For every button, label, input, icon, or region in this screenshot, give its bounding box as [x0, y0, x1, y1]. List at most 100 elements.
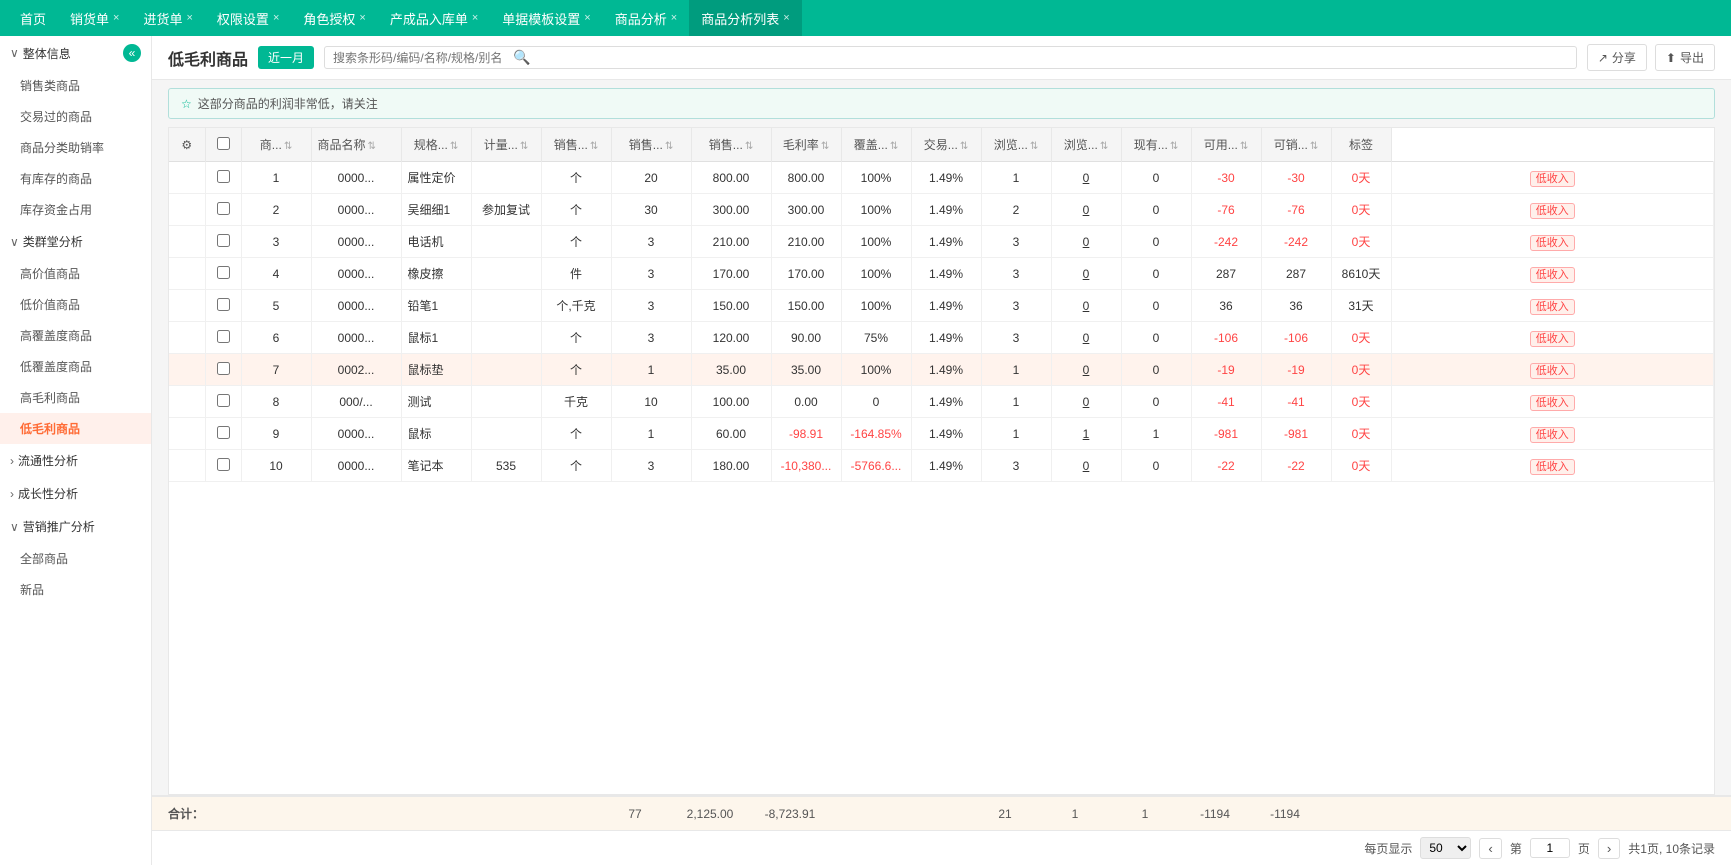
cell-browse1[interactable]: 0	[1051, 226, 1121, 258]
th-browse2[interactable]: 浏览...⇅	[1051, 128, 1121, 162]
cell-browse1[interactable]: 0	[1051, 194, 1121, 226]
close-icon[interactable]: ×	[783, 12, 789, 24]
row-checkbox[interactable]	[217, 266, 230, 279]
cell-code[interactable]: 0000...	[311, 258, 401, 290]
export-button[interactable]: ⬆ 导出	[1655, 44, 1715, 71]
cell-code[interactable]: 0000...	[311, 226, 401, 258]
search-icon[interactable]: 🔍	[513, 49, 530, 66]
close-icon[interactable]: ×	[671, 12, 677, 24]
th-code[interactable]: 商...⇅	[241, 128, 311, 162]
next-page-button[interactable]: ›	[1598, 838, 1620, 859]
close-icon[interactable]: ×	[472, 12, 478, 24]
sidebar-item-high-value[interactable]: 高价值商品	[0, 258, 151, 289]
row-checkbox[interactable]	[217, 202, 230, 215]
close-icon[interactable]: ×	[273, 12, 279, 24]
cell-code[interactable]: 0002...	[311, 354, 401, 386]
cell-check[interactable]	[205, 322, 241, 354]
sidebar-item-inventory-capital[interactable]: 库存资金占用	[0, 194, 151, 225]
cell-name[interactable]: 测试	[401, 386, 471, 418]
cell-name[interactable]: 笔记本	[401, 450, 471, 482]
row-checkbox[interactable]	[217, 458, 230, 471]
cell-code[interactable]: 0000...	[311, 162, 401, 194]
nav-item-purchase-order[interactable]: 进货单 ×	[131, 0, 204, 36]
row-checkbox[interactable]	[217, 394, 230, 407]
sidebar-item-high-coverage[interactable]: 高覆盖度商品	[0, 320, 151, 351]
cell-name[interactable]: 属性定价	[401, 162, 471, 194]
sidebar-item-sales-products[interactable]: 销售类商品	[0, 70, 151, 101]
cell-check[interactable]	[205, 162, 241, 194]
cell-name[interactable]: 鼠标1	[401, 322, 471, 354]
cell-code[interactable]: 0000...	[311, 322, 401, 354]
th-settings[interactable]: ⚙	[169, 128, 205, 162]
search-input[interactable]	[333, 51, 513, 65]
th-gross-rate[interactable]: 毛利率⇅	[771, 128, 841, 162]
sidebar-item-low-coverage[interactable]: 低覆盖度商品	[0, 351, 151, 382]
row-checkbox[interactable]	[217, 330, 230, 343]
cell-code[interactable]: 0000...	[311, 450, 401, 482]
th-spec[interactable]: 规格...⇅	[401, 128, 471, 162]
th-current-stock[interactable]: 现有...⇅	[1121, 128, 1191, 162]
cell-code[interactable]: 0000...	[311, 194, 401, 226]
cell-check[interactable]	[205, 290, 241, 322]
cell-check[interactable]	[205, 450, 241, 482]
cell-browse1[interactable]: 0	[1051, 290, 1121, 322]
th-check[interactable]	[205, 128, 241, 162]
th-available-stock[interactable]: 可用...⇅	[1191, 128, 1261, 162]
sidebar-item-high-margin[interactable]: 高毛利商品	[0, 382, 151, 413]
nav-item-permissions[interactable]: 权限设置 ×	[205, 0, 291, 36]
cell-browse1[interactable]: 0	[1051, 450, 1121, 482]
close-icon[interactable]: ×	[584, 12, 590, 24]
th-sales-profit[interactable]: 销售...⇅	[691, 128, 771, 162]
cell-browse1[interactable]: 0	[1051, 354, 1121, 386]
row-checkbox[interactable]	[217, 170, 230, 183]
cell-check[interactable]	[205, 418, 241, 450]
per-page-select[interactable]: 50 20 100	[1420, 837, 1471, 859]
cell-name[interactable]: 橡皮擦	[401, 258, 471, 290]
cell-name[interactable]: 电话机	[401, 226, 471, 258]
cell-check[interactable]	[205, 386, 241, 418]
sidebar-item-all-products[interactable]: 全部商品	[0, 543, 151, 574]
cell-browse1[interactable]: 0	[1051, 386, 1121, 418]
cell-check[interactable]	[205, 226, 241, 258]
close-icon[interactable]: ×	[186, 12, 192, 24]
sidebar-group-cluster[interactable]: ∨ 类群堂分析	[0, 225, 151, 258]
cell-name[interactable]: 铅笔1	[401, 290, 471, 322]
row-checkbox[interactable]	[217, 298, 230, 311]
collapse-button[interactable]: «	[123, 44, 141, 62]
th-sales-amount[interactable]: 销售...⇅	[611, 128, 691, 162]
share-button[interactable]: ↗ 分享	[1587, 44, 1647, 71]
sidebar-group-circulation[interactable]: › 流通性分析	[0, 444, 151, 477]
th-sales-num[interactable]: 销售...⇅	[541, 128, 611, 162]
cell-code[interactable]: 000/...	[311, 386, 401, 418]
select-all-checkbox[interactable]	[217, 137, 230, 150]
th-saleable-days[interactable]: 可销...⇅	[1261, 128, 1331, 162]
cell-browse1[interactable]: 0	[1051, 258, 1121, 290]
row-checkbox[interactable]	[217, 362, 230, 375]
cell-check[interactable]	[205, 194, 241, 226]
close-icon[interactable]: ×	[113, 12, 119, 24]
nav-item-template-settings[interactable]: 单据模板设置 ×	[490, 0, 602, 36]
sidebar-item-low-margin[interactable]: 低毛利商品	[0, 413, 151, 444]
cell-browse1[interactable]: 0	[1051, 322, 1121, 354]
th-trade[interactable]: 交易...⇅	[911, 128, 981, 162]
cell-name[interactable]: 鼠标垫	[401, 354, 471, 386]
sidebar-item-category-sales-rate[interactable]: 商品分类助销率	[0, 132, 151, 163]
filter-button[interactable]: 近一月	[258, 46, 314, 69]
sidebar-item-low-value[interactable]: 低价值商品	[0, 289, 151, 320]
th-name[interactable]: 商品名称⇅	[311, 128, 401, 162]
row-checkbox[interactable]	[217, 426, 230, 439]
nav-item-product-entry[interactable]: 产成品入库单 ×	[378, 0, 490, 36]
sidebar-group-marketing[interactable]: ∨ 营销推广分析	[0, 510, 151, 543]
close-icon[interactable]: ×	[359, 12, 365, 24]
nav-item-product-analysis-list[interactable]: 商品分析列表 ×	[689, 0, 801, 36]
prev-page-button[interactable]: ‹	[1479, 838, 1501, 859]
th-browse1[interactable]: 浏览...⇅	[981, 128, 1051, 162]
sidebar-group-growth[interactable]: › 成长性分析	[0, 477, 151, 510]
cell-code[interactable]: 0000...	[311, 290, 401, 322]
th-cover-rate[interactable]: 覆盖...⇅	[841, 128, 911, 162]
cell-name[interactable]: 鼠标	[401, 418, 471, 450]
nav-item-home[interactable]: 首页	[8, 0, 58, 36]
sidebar-item-traded-products[interactable]: 交易过的商品	[0, 101, 151, 132]
sidebar-group-overall[interactable]: ∨ 整体信息 «	[0, 36, 151, 70]
cell-browse1[interactable]: 0	[1051, 162, 1121, 194]
